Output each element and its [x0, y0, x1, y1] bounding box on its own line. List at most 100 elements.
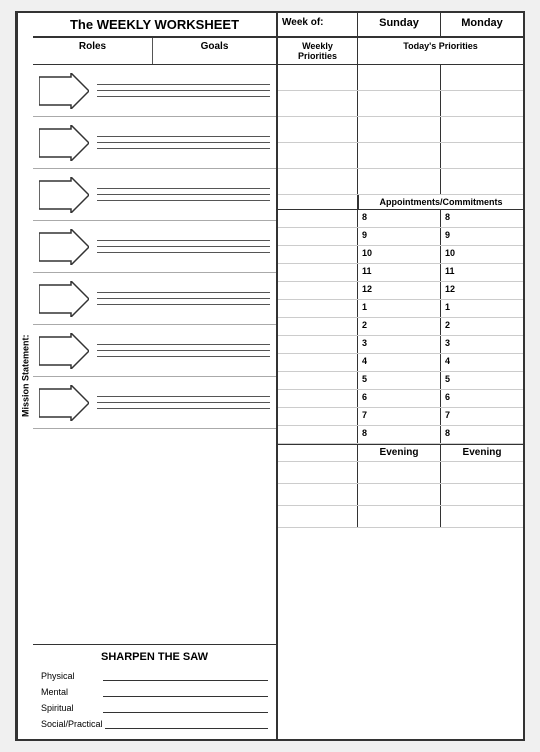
sunday-time-4: 4 [358, 354, 441, 371]
weekly-cell [278, 117, 358, 142]
arrow-icon-4 [33, 225, 95, 269]
right-panel: Appointments/Commitments 8 8 9 9 10 10 [278, 65, 523, 739]
sunday-cell [358, 169, 441, 194]
week-of-cell: Week of: [278, 13, 358, 36]
sharpen-the-saw-section: SHARPEN THE SAW Physical Mental Spiritua… [33, 644, 276, 739]
arrow-icon-5 [33, 277, 95, 321]
weekly-empty [278, 462, 358, 483]
goal-lines-3 [95, 184, 276, 205]
weekly-time-cell [278, 246, 358, 263]
sunday-empty [358, 506, 441, 527]
sharpen-physical: Physical [41, 669, 268, 681]
monday-time-3: 3 [441, 336, 523, 353]
weekly-cell [278, 65, 358, 90]
blank-row-3 [278, 117, 523, 143]
blank-row-1 [278, 65, 523, 91]
monday-cell [441, 169, 523, 194]
roles-subheader: Roles [33, 38, 153, 64]
sunday-time-12: 12 [358, 282, 441, 299]
empty-row-2 [278, 484, 523, 506]
arrow-icon-1 [33, 69, 95, 113]
time-row-9: 9 9 [278, 228, 523, 246]
blank-row-2 [278, 91, 523, 117]
monday-time-1: 1 [441, 300, 523, 317]
sunday-time-5: 5 [358, 372, 441, 389]
sunday-evening: Evening [358, 445, 441, 461]
weekly-cell [278, 169, 358, 194]
role-row [33, 377, 276, 429]
goal-lines-4 [95, 236, 276, 257]
weekly-priorities-subheader: Weekly Priorities [278, 38, 358, 64]
sunday-time-8b: 8 [358, 426, 441, 443]
monday-time-5: 5 [441, 372, 523, 389]
weekly-time-cell [278, 336, 358, 353]
sharpen-spiritual: Spiritual [41, 701, 268, 713]
blank-row-5 [278, 169, 523, 195]
monday-time-12: 12 [441, 282, 523, 299]
weekly-empty [278, 484, 358, 505]
physical-label: Physical [41, 671, 101, 681]
weekly-time-cell [278, 210, 358, 227]
roles-section [33, 65, 276, 644]
weekly-appt-cell [278, 195, 358, 209]
sunday-empty [358, 484, 441, 505]
week-of-label: Week of: [282, 17, 324, 28]
sunday-empty [358, 462, 441, 483]
role-row [33, 117, 276, 169]
monday-time-6: 6 [441, 390, 523, 407]
sunday-time-6: 6 [358, 390, 441, 407]
sunday-time-8: 8 [358, 210, 441, 227]
monday-time-11: 11 [441, 264, 523, 281]
goal-lines-7 [95, 392, 276, 413]
arrow-icon-7 [33, 381, 95, 425]
monday-time-4: 4 [441, 354, 523, 371]
weekly-time-cell [278, 390, 358, 407]
spiritual-label: Spiritual [41, 703, 101, 713]
time-row-11: 11 11 [278, 264, 523, 282]
goal-lines-5 [95, 288, 276, 309]
role-row [33, 221, 276, 273]
sunday-cell [358, 143, 441, 168]
monday-time-2: 2 [441, 318, 523, 335]
sharpen-title: SHARPEN THE SAW [41, 651, 268, 663]
goal-lines-1 [95, 80, 276, 101]
sunday-time-11: 11 [358, 264, 441, 281]
goal-lines-2 [95, 132, 276, 153]
monday-cell [441, 117, 523, 142]
arrow-icon-6 [33, 329, 95, 373]
weekly-time-cell [278, 228, 358, 245]
monday-time-9: 9 [441, 228, 523, 245]
monday-cell [441, 91, 523, 116]
monday-empty [441, 462, 523, 483]
arrow-icon-3 [33, 173, 95, 217]
monday-time-7: 7 [441, 408, 523, 425]
weekly-cell [278, 91, 358, 116]
appointments-label: Appointments/Commitments [358, 195, 523, 209]
time-row-5: 5 5 [278, 372, 523, 390]
monday-time-10: 10 [441, 246, 523, 263]
weekly-empty [278, 506, 358, 527]
sunday-time-3: 3 [358, 336, 441, 353]
weekly-time-cell [278, 264, 358, 281]
monday-cell [441, 143, 523, 168]
arrow-icon-2 [33, 121, 95, 165]
goals-subheader: Goals [153, 38, 278, 64]
time-row-8a: 8 8 [278, 210, 523, 228]
sunday-cell [358, 91, 441, 116]
weekly-time-cell [278, 282, 358, 299]
time-row-3: 3 3 [278, 336, 523, 354]
worksheet-title-cell: The WEEKLY WORKSHEET [33, 13, 278, 36]
sunday-time-1: 1 [358, 300, 441, 317]
mental-label: Mental [41, 687, 101, 697]
sunday-time-10: 10 [358, 246, 441, 263]
empty-row-1 [278, 462, 523, 484]
time-row-10: 10 10 [278, 246, 523, 264]
sunday-time-7: 7 [358, 408, 441, 425]
time-row-6: 6 6 [278, 390, 523, 408]
time-row-2: 2 2 [278, 318, 523, 336]
monday-cell [441, 65, 523, 90]
weekly-time-cell [278, 408, 358, 425]
monday-time-8b: 8 [441, 426, 523, 443]
weekly-evening-cell [278, 445, 358, 461]
monday-time-8: 8 [441, 210, 523, 227]
